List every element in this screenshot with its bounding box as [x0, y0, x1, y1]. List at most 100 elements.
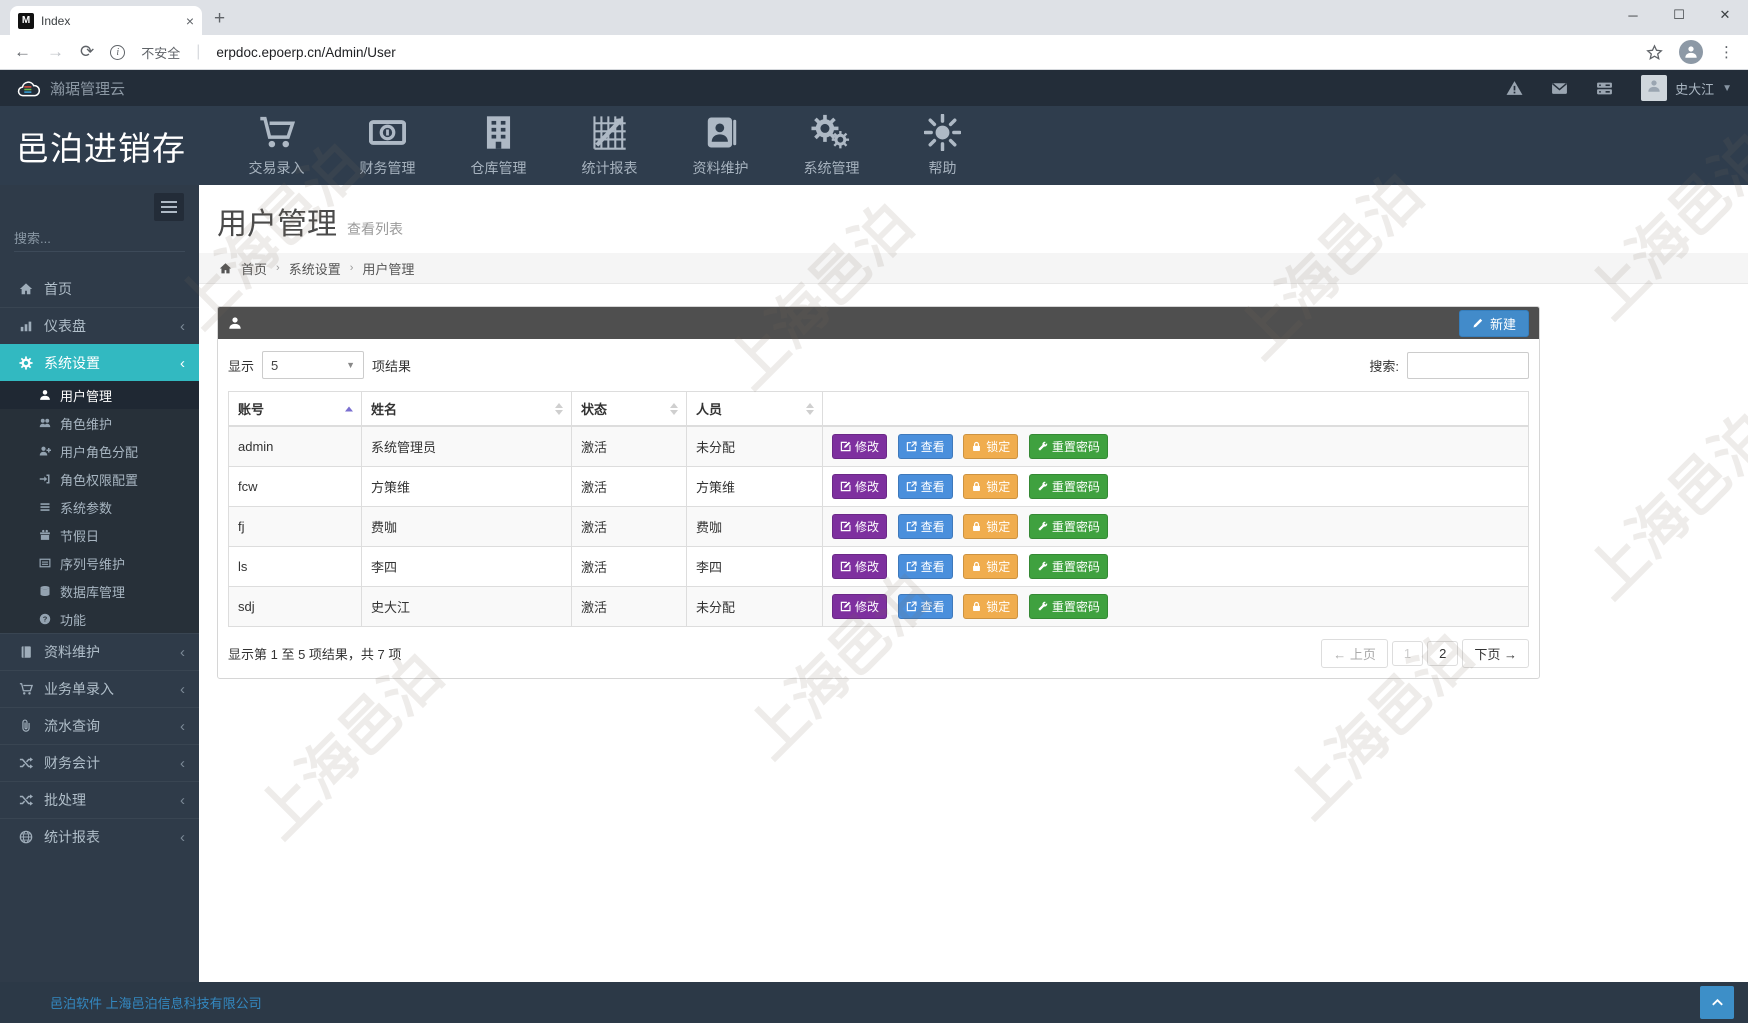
column-header-name[interactable]: 姓名	[361, 391, 572, 427]
browser-tab[interactable]: M Index ×	[10, 6, 202, 35]
top-menu-finance[interactable]: 财务管理	[332, 106, 443, 185]
edit-button[interactable]: 修改	[832, 434, 888, 459]
sidebar-subitem-user-role-assign[interactable]: 用户角色分配	[0, 437, 199, 465]
back-to-top-button[interactable]	[1700, 986, 1734, 1019]
sidebar-item-statistics-reports[interactable]: 统计报表 ‹	[0, 818, 199, 855]
top-menu-warehouse[interactable]: 仓库管理	[443, 106, 554, 185]
site-info-icon[interactable]: i	[110, 44, 126, 60]
footer-copyright-link[interactable]: 邑泊软件 上海邑泊信息科技有限公司	[50, 993, 262, 1012]
sidebar-subitem-system-params[interactable]: 系统参数	[0, 493, 199, 521]
user-menu[interactable]: 史大江 ▼	[1641, 75, 1732, 101]
window-close-button[interactable]: ✕	[1702, 0, 1748, 30]
table-search-input[interactable]	[1407, 351, 1529, 379]
cell-status: 激活	[571, 466, 687, 507]
sidebar-search-input[interactable]	[14, 231, 190, 246]
window-maximize-button[interactable]: ☐	[1656, 0, 1702, 30]
page-size-select[interactable]: 5 ▼	[262, 351, 365, 379]
new-button[interactable]: 新建	[1458, 309, 1529, 337]
sidebar-item-business-orders[interactable]: 业务单录入 ‹	[0, 670, 199, 707]
sidebar-item-master-data[interactable]: 资料维护 ‹	[0, 633, 199, 670]
reset-password-button[interactable]: 重置密码	[1028, 474, 1108, 499]
window-minimize-button[interactable]: ─	[1610, 0, 1656, 30]
tab-close-icon[interactable]: ×	[186, 13, 194, 29]
tasks-icon[interactable]	[1596, 80, 1613, 97]
column-header-status[interactable]: 状态	[571, 391, 687, 427]
messages-icon[interactable]	[1551, 80, 1568, 97]
sort-asc-icon	[345, 406, 353, 411]
sidebar-subitem-holidays[interactable]: 节假日	[0, 521, 199, 549]
view-button[interactable]: 查看	[897, 434, 953, 459]
cell-name: 史大江	[361, 586, 572, 627]
edit-button[interactable]: 修改	[832, 474, 888, 499]
lock-button[interactable]: 锁定	[963, 554, 1019, 579]
chevron-up-icon	[1710, 995, 1725, 1010]
edit-button[interactable]: 修改	[832, 554, 888, 579]
view-button[interactable]: 查看	[897, 594, 953, 619]
top-menu-transactions[interactable]: 交易录入	[221, 106, 332, 185]
reset-password-button[interactable]: 重置密码	[1028, 514, 1108, 539]
sidebar-subitem-database[interactable]: 数据库管理	[0, 577, 199, 605]
app-brand-name: 瀚琚管理云	[50, 80, 126, 98]
address-bar[interactable]: erpdoc.epoerp.cn/Admin/User	[216, 45, 1630, 60]
sidebar-subitem-role-permission[interactable]: 角色权限配置	[0, 465, 199, 493]
sidebar-toggle-button[interactable]	[154, 193, 184, 221]
lock-icon	[971, 521, 982, 532]
browser-menu-icon[interactable]: ⋮	[1719, 43, 1734, 61]
wrench-icon	[1037, 561, 1048, 572]
new-tab-button[interactable]: +	[214, 8, 225, 30]
wrench-icon	[1037, 601, 1048, 612]
pagination-next-button[interactable]: 下页 →	[1462, 639, 1529, 668]
reset-password-button[interactable]: 重置密码	[1028, 594, 1108, 619]
chevron-left-icon: ‹	[180, 791, 185, 809]
sidebar-item-home[interactable]: 首页	[0, 270, 199, 307]
alerts-icon[interactable]	[1506, 80, 1523, 97]
browser-profile-avatar[interactable]	[1679, 40, 1703, 64]
column-header-person[interactable]: 人员	[686, 391, 823, 427]
tab-favicon: M	[18, 12, 34, 29]
pagination-page-2-button[interactable]: 2	[1427, 641, 1459, 666]
lock-button[interactable]: 锁定	[963, 474, 1019, 499]
sidebar-subitem-serial-number[interactable]: 序列号维护	[0, 549, 199, 577]
back-icon[interactable]: ←	[14, 42, 31, 62]
view-button[interactable]: 查看	[897, 514, 953, 539]
breadcrumb-home[interactable]: 首页	[241, 259, 267, 278]
top-menu-master-data[interactable]: 资料维护	[665, 106, 776, 185]
view-button[interactable]: 查看	[897, 554, 953, 579]
sidebar-item-transaction-query[interactable]: 流水查询 ‹	[0, 707, 199, 744]
sidebar-subitem-user-management[interactable]: 用户管理	[0, 381, 199, 409]
cell-name: 系统管理员	[361, 425, 572, 467]
book-icon	[16, 645, 36, 659]
app-logo[interactable]: 瀚琚管理云	[16, 78, 125, 99]
sidebar-subitem-role-maintenance[interactable]: 角色维护	[0, 409, 199, 437]
top-menu-help[interactable]: 帮助	[887, 106, 998, 185]
reset-password-button[interactable]: 重置密码	[1028, 554, 1108, 579]
chevron-left-icon: ‹	[180, 317, 185, 335]
sidebar-item-financial-accounting[interactable]: 财务会计 ‹	[0, 744, 199, 781]
view-button[interactable]: 查看	[897, 474, 953, 499]
cloud-logo-icon	[16, 79, 42, 98]
chevron-left-icon: ‹	[180, 717, 185, 735]
browser-toolbar: ← → ⟳ i 不安全 | erpdoc.epoerp.cn/Admin/Use…	[0, 35, 1748, 70]
lock-button[interactable]: 锁定	[963, 514, 1019, 539]
forward-icon[interactable]: →	[47, 42, 64, 62]
bookmark-star-icon[interactable]	[1646, 44, 1663, 61]
user-table-panel: 新建 显示 5 ▼ 项结果 搜索: 账号 姓名 状态 人员 admin 系统管理…	[217, 306, 1540, 679]
pagination-page-1-button[interactable]: 1	[1391, 641, 1424, 666]
breadcrumb: 首页 › 系统设置 › 用户管理	[199, 253, 1748, 284]
reload-icon[interactable]: ⟳	[80, 42, 94, 62]
sidebar-item-batch-processing[interactable]: 批处理 ‹	[0, 781, 199, 818]
gift-icon	[36, 529, 54, 541]
edit-button[interactable]: 修改	[832, 594, 888, 619]
sidebar-subitem-features[interactable]: 功能	[0, 605, 199, 633]
pagination-prev-button[interactable]: ← 上页	[1321, 639, 1388, 668]
sidebar-item-dashboard[interactable]: 仪表盘 ‹	[0, 307, 199, 344]
lock-button[interactable]: 锁定	[963, 434, 1019, 459]
reset-password-button[interactable]: 重置密码	[1028, 434, 1108, 459]
lock-button[interactable]: 锁定	[963, 594, 1019, 619]
edit-button[interactable]: 修改	[832, 514, 888, 539]
top-menu-system[interactable]: 系统管理	[776, 106, 887, 185]
top-menu-reports[interactable]: 统计报表	[554, 106, 665, 185]
breadcrumb-system-settings[interactable]: 系统设置	[289, 259, 341, 278]
column-header-account[interactable]: 账号	[228, 391, 362, 427]
sidebar-item-system-settings[interactable]: 系统设置 ‹	[0, 344, 199, 381]
